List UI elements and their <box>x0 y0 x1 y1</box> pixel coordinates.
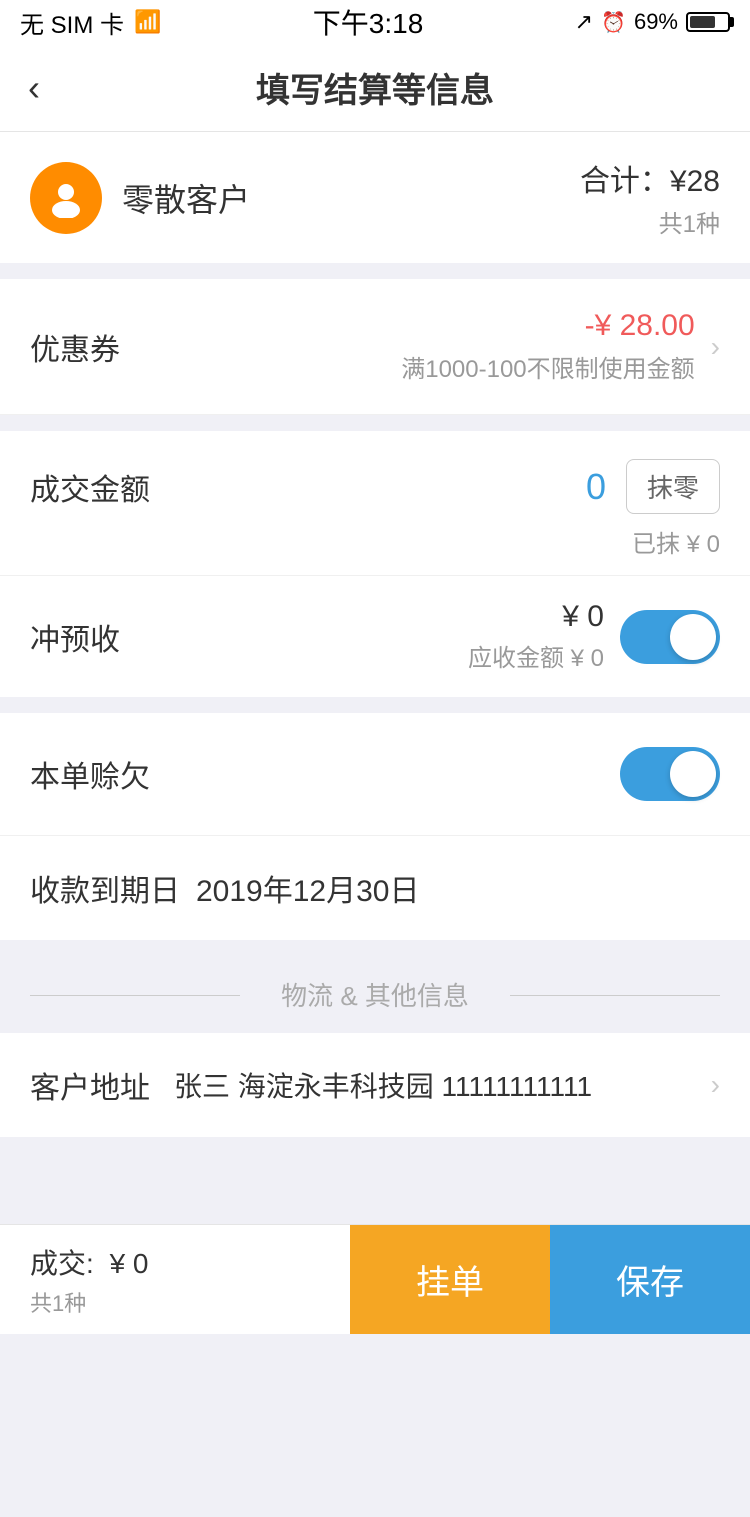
bottom-count: 共1种 <box>30 1286 320 1318</box>
user-icon <box>46 178 86 218</box>
chevron-right-icon: › <box>711 331 720 363</box>
logistics-label: 物流 & 其他信息 <box>281 981 469 1011</box>
page-title: 填写结算等信息 <box>256 63 494 112</box>
save-button[interactable]: 保存 <box>550 1225 750 1334</box>
customer-name: 零散客户 <box>122 175 250 221</box>
nav-bar: ‹ 填写结算等信息 <box>0 44 750 132</box>
carrier-text: 无 SIM 卡 <box>20 5 124 40</box>
wifi-icon: 📶 <box>134 9 161 35</box>
coupon-desc: 满1000-100不限制使用金额 <box>401 349 694 384</box>
due-date-label: 收款到期日 <box>30 866 180 910</box>
logistics-divider: 物流 & 其他信息 <box>0 956 750 1033</box>
alarm-icon: ⏰ <box>601 10 626 35</box>
status-bar: 无 SIM 卡 📶 下午3:18 ↗ ⏰ 69% <box>0 0 750 44</box>
advance-main-amount: ¥ 0 <box>468 600 604 634</box>
hangup-button[interactable]: 挂单 <box>350 1225 550 1334</box>
customer-avatar <box>30 162 102 234</box>
bottom-bar: 成交: ¥ 0 共1种 挂单 保存 <box>0 1224 750 1334</box>
customer-right: 合计：¥28 共1种 <box>580 156 720 239</box>
bottom-deal-row: 成交: ¥ 0 <box>30 1242 320 1282</box>
credit-section: 本单赊欠 收款到期日 2019年12月30日 <box>0 713 750 940</box>
location-icon: ↗ <box>575 9 593 35</box>
status-time: 下午3:18 <box>313 2 424 42</box>
credit-label: 本单赊欠 <box>30 752 150 796</box>
customer-section: 零散客户 合计：¥28 共1种 <box>0 132 750 263</box>
bottom-deal-amount: ¥ 0 <box>110 1248 149 1279</box>
transaction-value: 0 <box>586 466 606 508</box>
advance-right: ¥ 0 应收金额 ¥ 0 <box>468 600 720 673</box>
advance-sub-amount: 应收金额 ¥ 0 <box>468 638 604 673</box>
transaction-section: 成交金额 0 抹零 已抹 ¥ 0 冲预收 ¥ 0 应收金额 ¥ 0 <box>0 431 750 697</box>
round-button[interactable]: 抹零 <box>626 459 720 514</box>
coupon-discount: -¥ 28.00 <box>401 309 694 343</box>
bottom-info: 成交: ¥ 0 共1种 <box>0 1242 350 1318</box>
total-count: 共1种 <box>580 204 720 239</box>
toggle-knob <box>670 614 716 660</box>
address-label: 客户地址 <box>30 1063 150 1107</box>
transaction-row: 成交金额 0 抹零 <box>0 431 750 524</box>
save-label: 保存 <box>616 1255 684 1304</box>
battery-icon <box>686 12 730 32</box>
coupon-row[interactable]: 优惠券 -¥ 28.00 满1000-100不限制使用金额 › <box>0 279 750 415</box>
hangup-label: 挂单 <box>416 1255 484 1304</box>
customer-left: 零散客户 <box>30 162 250 234</box>
credit-row: 本单赊欠 <box>0 713 750 835</box>
due-date-value: 2019年12月30日 <box>196 866 419 910</box>
address-value: 张三 海淀永丰科技园 11111111111 <box>174 1065 699 1105</box>
transaction-label: 成交金额 <box>30 465 150 509</box>
address-row[interactable]: 客户地址 张三 海淀永丰科技园 11111111111 › <box>0 1033 750 1137</box>
credit-toggle[interactable] <box>620 747 720 801</box>
bottom-deal-label: 成交: <box>30 1248 94 1279</box>
total-amount: 合计：¥28 <box>580 156 720 200</box>
coupon-label: 优惠券 <box>30 325 120 369</box>
status-left: 无 SIM 卡 📶 <box>20 5 161 40</box>
advance-label: 冲预收 <box>30 615 120 659</box>
transaction-right: 0 抹零 <box>586 459 720 514</box>
coupon-right: -¥ 28.00 满1000-100不限制使用金额 › <box>401 309 720 384</box>
advance-amounts: ¥ 0 应收金额 ¥ 0 <box>468 600 604 673</box>
advance-row: 冲预收 ¥ 0 应收金额 ¥ 0 <box>0 575 750 697</box>
transaction-sub: 已抹 ¥ 0 <box>0 524 750 575</box>
coupon-values: -¥ 28.00 满1000-100不限制使用金额 <box>401 309 694 384</box>
back-button[interactable]: ‹ <box>28 67 40 109</box>
advance-toggle[interactable] <box>620 610 720 664</box>
bottom-buttons: 挂单 保存 <box>350 1225 750 1334</box>
battery-percent: 69% <box>634 9 678 35</box>
due-date-row: 收款到期日 2019年12月30日 <box>0 835 750 940</box>
credit-toggle-knob <box>670 751 716 797</box>
address-chevron-icon: › <box>711 1069 720 1101</box>
status-right: ↗ ⏰ 69% <box>575 9 730 35</box>
